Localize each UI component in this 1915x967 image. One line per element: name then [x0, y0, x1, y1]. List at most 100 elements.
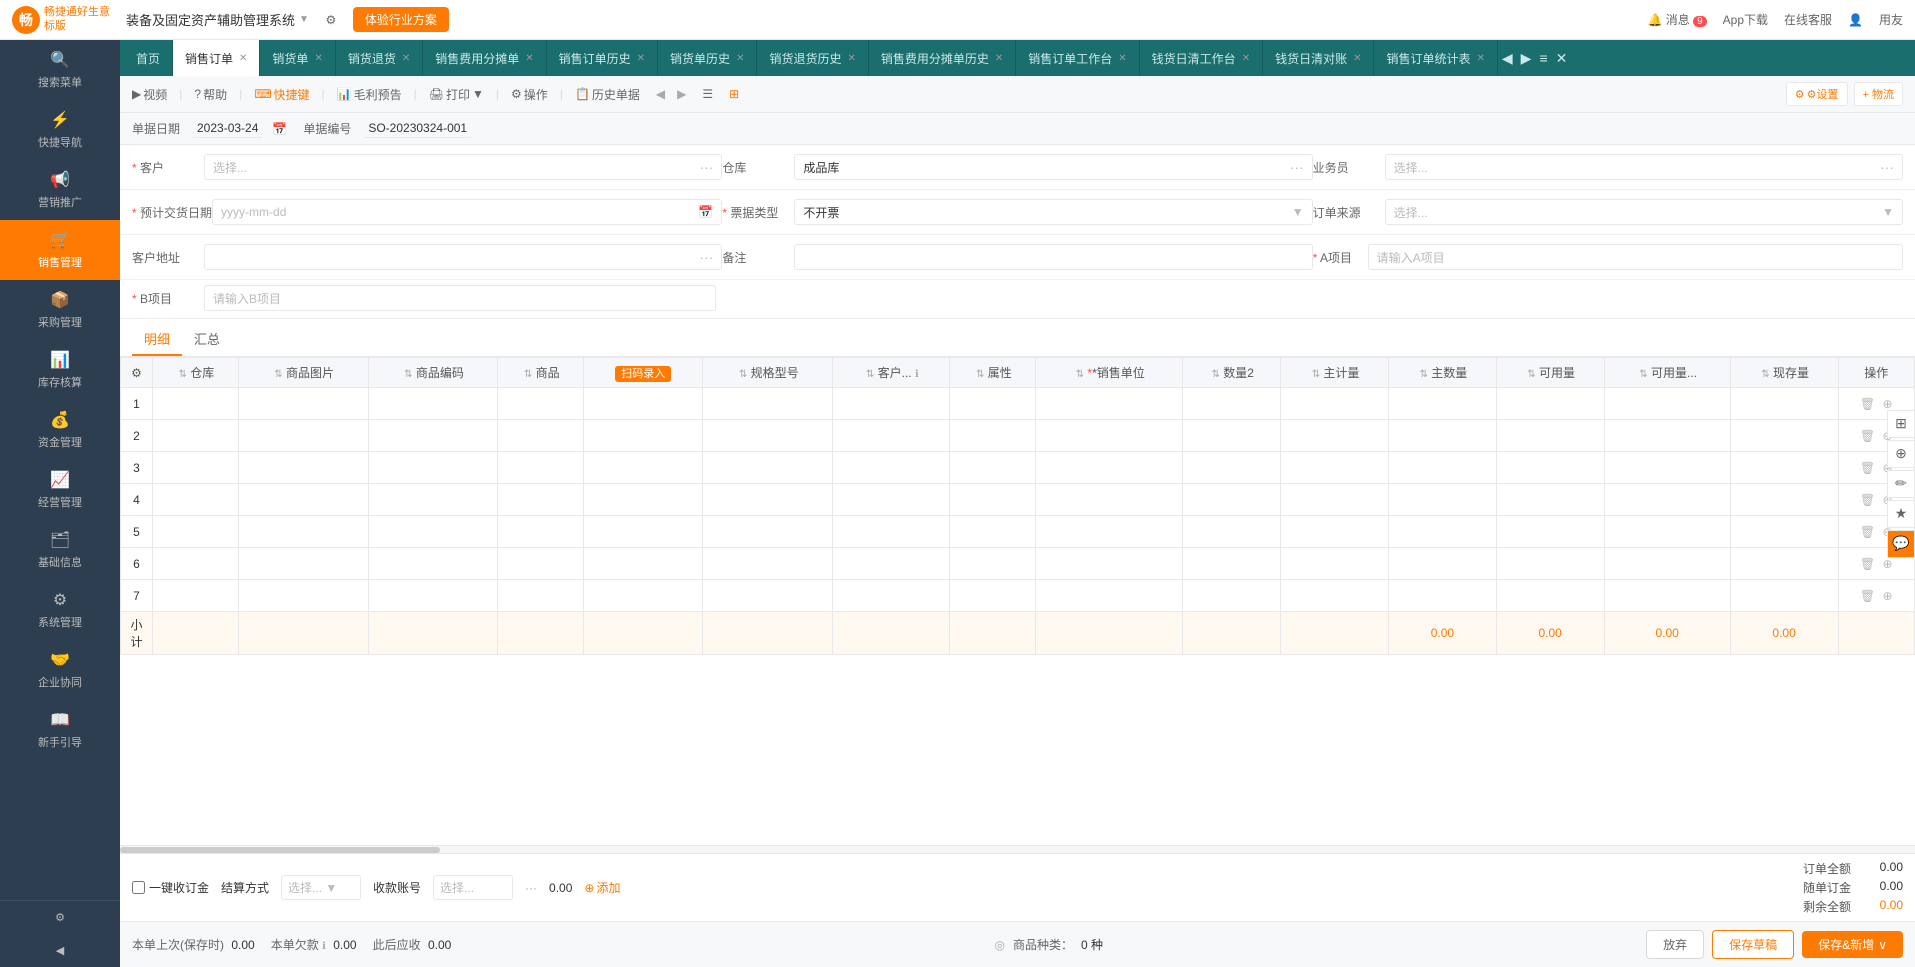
list-view-btn[interactable]: ☰ — [702, 87, 713, 101]
row-spec[interactable] — [703, 388, 833, 420]
float-btn-1[interactable]: ⊞ — [1887, 410, 1915, 438]
invoice-type-select[interactable]: 不开票 ▼ — [794, 199, 1312, 225]
tab-close-icon[interactable]: ✕ — [637, 53, 645, 64]
tab-close-all-btn[interactable]: ✕ — [1552, 50, 1572, 67]
tab-detail[interactable]: 明细 — [132, 323, 182, 356]
row-customer-code[interactable] — [833, 388, 950, 420]
float-btn-2[interactable]: ⊕ — [1887, 440, 1915, 468]
th-product[interactable]: ⇅ 商品 — [498, 358, 584, 388]
th-main-unit[interactable]: ⇅ 主计量 — [1281, 358, 1389, 388]
row-product[interactable] — [498, 388, 584, 420]
notification-area[interactable]: 🔔 消息 9 — [1647, 11, 1706, 28]
scan-btn[interactable]: 扫码录入 — [615, 366, 671, 382]
float-btn-3[interactable]: ✏ — [1887, 470, 1915, 498]
save-new-btn[interactable]: 保存&新增 ∨ — [1802, 931, 1903, 958]
tab-sales-invoice[interactable]: 销货单 ✕ — [260, 40, 335, 76]
tab-close-icon[interactable]: ✕ — [1353, 53, 1361, 64]
sidebar-item-quick-nav[interactable]: ⚡ 快捷导航 — [0, 100, 120, 160]
th-spec[interactable]: ⇅ 规格型号 — [703, 358, 833, 388]
shortcut-btn[interactable]: ⌨ 快捷键 — [254, 86, 309, 103]
a-project-input[interactable]: 请输入A项目 — [1368, 244, 1903, 270]
tab-close-icon[interactable]: ✕ — [847, 53, 855, 64]
tab-close-icon[interactable]: ✕ — [314, 53, 322, 64]
sidebar-item-system[interactable]: ⚙ 系统管理 — [0, 580, 120, 640]
th-customer-code[interactable]: ⇅ 客户... ℹ — [833, 358, 950, 388]
delete-icon[interactable]: 🗑 — [1860, 429, 1875, 443]
profit-btn[interactable]: 📊 毛利预告 — [337, 86, 402, 103]
add-logistics-btn[interactable]: + 物流 — [1854, 82, 1903, 106]
delete-icon[interactable]: 🗑 — [1860, 493, 1875, 507]
copy-icon[interactable]: ⊕ — [1883, 589, 1893, 603]
delete-icon[interactable]: 🗑 — [1860, 461, 1875, 475]
tab-sales-workbench[interactable]: 销售订单工作台 ✕ — [1016, 40, 1139, 76]
discard-btn[interactable]: 放弃 — [1646, 930, 1704, 959]
tab-sales-expense[interactable]: 销售费用分摊单 ✕ — [423, 40, 546, 76]
tab-sales-order-history[interactable]: 销售订单历史 ✕ — [547, 40, 658, 76]
settings-icon[interactable]: ⚙ — [317, 6, 345, 34]
tab-sales-return[interactable]: 销货退货 ✕ — [336, 40, 423, 76]
draft-btn[interactable]: 保存草稿 — [1712, 930, 1794, 959]
warehouse-input[interactable]: 成品库 ··· — [794, 154, 1312, 180]
tab-menu-btn[interactable]: ≡ — [1535, 50, 1551, 66]
row-product-img[interactable] — [238, 388, 368, 420]
print-btn[interactable]: 🖨 打印 ▼ — [429, 86, 484, 103]
delete-icon[interactable]: 🗑 — [1860, 525, 1875, 539]
row-current-stock[interactable] — [1730, 388, 1838, 420]
table-scrollbar[interactable] — [120, 845, 1915, 853]
tab-prev-btn[interactable]: ◀ — [1498, 50, 1517, 67]
th-product-code[interactable]: ⇅ 商品编码 — [368, 358, 498, 388]
row-available[interactable] — [1496, 388, 1604, 420]
tab-sales-order[interactable]: 销售订单 ✕ — [173, 40, 260, 76]
sidebar-item-inventory[interactable]: 📊 库存核算 — [0, 340, 120, 400]
history-doc-btn[interactable]: 📋 历史单据 — [575, 86, 640, 103]
sidebar-collapse-btn[interactable]: ◀ — [0, 934, 120, 967]
settings-btn[interactable]: ⚙ ⚙设置 — [1786, 82, 1848, 106]
th-attributes[interactable]: ⇅ 属性 — [950, 358, 1036, 388]
tab-close-icon[interactable]: ✕ — [1477, 53, 1485, 64]
sidebar-item-basic-info[interactable]: 🗂 基础信息 — [0, 520, 120, 580]
salesman-input[interactable]: 选择... ··· — [1385, 154, 1903, 180]
operate-btn[interactable]: ⚙ 操作 — [511, 86, 548, 103]
delete-icon[interactable]: 🗑 — [1860, 397, 1875, 411]
add-payment-btn[interactable]: ⊕ 添加 — [584, 879, 620, 896]
row-sales-unit[interactable] — [1036, 388, 1183, 420]
tab-sales-stats[interactable]: 销售订单统计表 ✕ — [1374, 40, 1497, 76]
sidebar-item-sales[interactable]: 🛒 销售管理 — [0, 220, 120, 280]
settlement-select[interactable]: 选择... ▼ — [281, 875, 361, 900]
th-product-img[interactable]: ⇅ 商品图片 — [238, 358, 368, 388]
row-available2[interactable] — [1604, 388, 1730, 420]
tab-summary[interactable]: 汇总 — [182, 323, 232, 356]
sidebar-item-enterprise[interactable]: 🤝 企业协同 — [0, 640, 120, 700]
tab-close-icon[interactable]: ✕ — [239, 53, 247, 64]
view-video-btn[interactable]: ▶ 视频 — [132, 86, 167, 103]
tab-close-icon[interactable]: ✕ — [525, 53, 533, 64]
tab-sales-expense-history[interactable]: 销售费用分摊单历史 ✕ — [869, 40, 1016, 76]
system-selector[interactable]: 装备及固定资产辅助管理系统 ▼ — [118, 10, 309, 29]
copy-icon[interactable]: ⊕ — [1883, 557, 1893, 571]
th-warehouse[interactable]: ⇅ 仓库 — [153, 358, 239, 388]
sidebar-item-purchase[interactable]: 📦 采购管理 — [0, 280, 120, 340]
account-select[interactable]: 选择... — [433, 875, 513, 900]
tab-close-icon[interactable]: ✕ — [736, 53, 744, 64]
sidebar-settings-btn[interactable]: ⚙ — [0, 901, 120, 934]
th-main-qty[interactable]: ⇅ 主数量 — [1388, 358, 1496, 388]
nav-next-btn[interactable]: ▶ — [677, 87, 686, 101]
sidebar-item-finance[interactable]: 💰 资金管理 — [0, 400, 120, 460]
th-qty2[interactable]: ⇅ 数量2 — [1183, 358, 1281, 388]
sidebar-item-marketing[interactable]: 📢 营销推广 — [0, 160, 120, 220]
b-project-input[interactable]: 请输入B项目 — [204, 285, 716, 311]
address-input[interactable]: ··· — [204, 244, 722, 270]
tab-sales-return-history[interactable]: 销货退货历史 ✕ — [757, 40, 868, 76]
row-qty2[interactable] — [1183, 388, 1281, 420]
one-click-checkbox[interactable] — [132, 881, 145, 894]
th-current-stock[interactable]: ⇅ 现存量 — [1730, 358, 1838, 388]
tab-home[interactable]: 首页 — [124, 40, 173, 76]
nav-prev-btn[interactable]: ◀ — [656, 87, 665, 101]
row-scan[interactable] — [584, 388, 703, 420]
tab-close-icon[interactable]: ✕ — [402, 53, 410, 64]
industry-btn[interactable]: 体验行业方案 — [353, 7, 449, 32]
tab-close-icon[interactable]: ✕ — [995, 53, 1003, 64]
th-available2[interactable]: ⇅ 可用量... — [1604, 358, 1730, 388]
tab-daily-workbench[interactable]: 钱货日清工作台 ✕ — [1140, 40, 1263, 76]
app-download-link[interactable]: App下载 — [1723, 11, 1768, 28]
